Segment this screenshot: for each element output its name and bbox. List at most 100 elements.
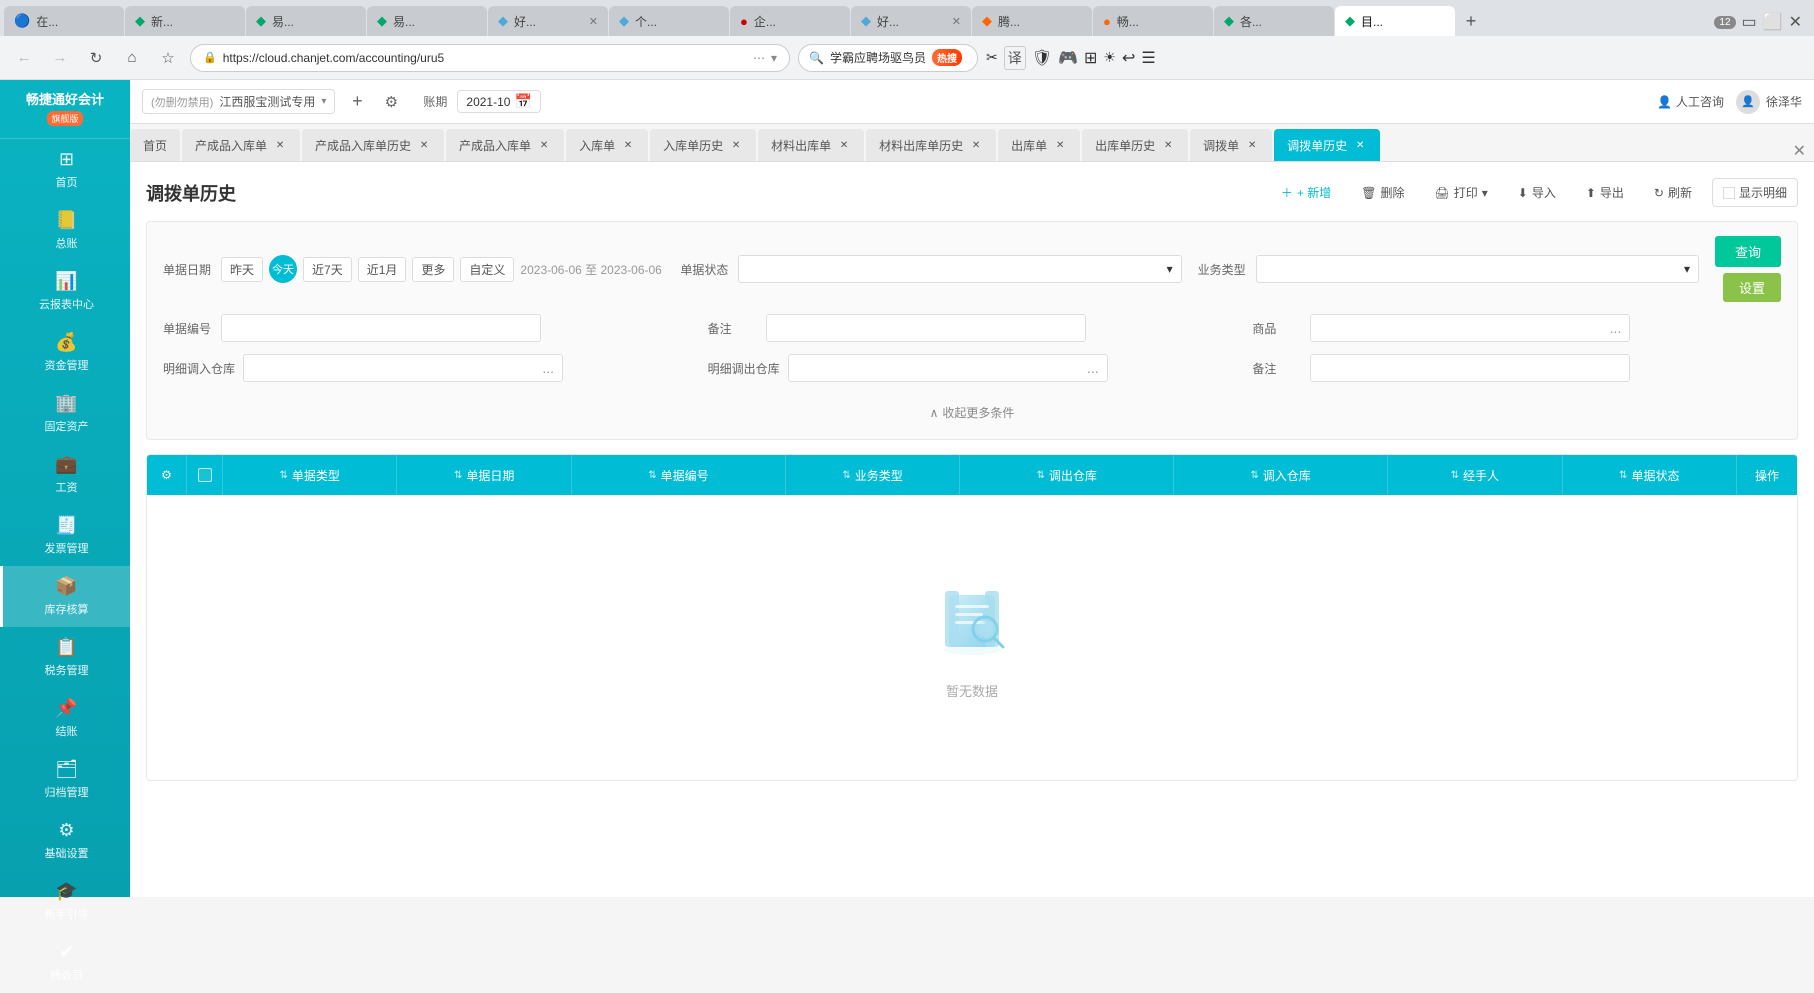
th-settings[interactable]: ⚙ bbox=[147, 455, 187, 495]
display-detail-button[interactable]: 显示明细 bbox=[1712, 178, 1798, 207]
th-in-wh[interactable]: ⇅ 调入仓库 bbox=[1174, 455, 1388, 495]
page-tab-11-close[interactable]: ✕ bbox=[1353, 139, 1367, 153]
date-7days-btn[interactable]: 近7天 bbox=[303, 257, 352, 282]
sidebar-item-payroll[interactable]: 💼 工资 bbox=[0, 444, 130, 505]
period-selector[interactable]: 2021-10 📅 bbox=[457, 90, 540, 113]
sidebar-item-archive[interactable]: 🗂 归档管理 bbox=[0, 749, 130, 810]
address-dropdown-btn[interactable]: ▾ bbox=[771, 51, 777, 65]
refresh-data-button[interactable]: ↻ 刷新 bbox=[1644, 179, 1702, 206]
page-tab-8-close[interactable]: ✕ bbox=[1053, 139, 1067, 153]
page-tab-3[interactable]: 产成品入库单 ✕ bbox=[446, 129, 564, 161]
page-tab-9-close[interactable]: ✕ bbox=[1161, 139, 1175, 153]
tab-close-8[interactable]: ✕ bbox=[952, 15, 961, 28]
browser-tab-1[interactable]: 🔵 在... bbox=[4, 6, 124, 36]
company-selector[interactable]: (勿删勿禁用) 江西服宝测试专用 ▾ bbox=[142, 89, 335, 114]
translate-icon[interactable]: 译 bbox=[1004, 46, 1026, 70]
browser-tab-12[interactable]: ◆ 目... bbox=[1335, 6, 1455, 36]
th-handler[interactable]: ⇅ 经手人 bbox=[1388, 455, 1562, 495]
date-custom-btn[interactable]: 自定义 bbox=[460, 257, 514, 282]
page-tab-6[interactable]: 材料出库单 ✕ bbox=[758, 129, 864, 161]
browser-tab-11[interactable]: ◆ 各... bbox=[1214, 6, 1334, 36]
page-tab-2-close[interactable]: ✕ bbox=[417, 139, 431, 153]
forward-button[interactable]: → bbox=[46, 44, 74, 72]
page-tab-1-close[interactable]: ✕ bbox=[273, 139, 287, 153]
new-tab-button[interactable]: + bbox=[1456, 6, 1486, 36]
detail-in-more-btn[interactable]: ... bbox=[542, 360, 554, 376]
sidebar-item-member[interactable]: ✔ 畅会员 bbox=[0, 932, 130, 993]
menu-icon[interactable]: ☰ bbox=[1141, 48, 1155, 68]
window-minimize-btn[interactable]: ▭ bbox=[1742, 12, 1757, 32]
sidebar-item-inventory[interactable]: 📦 库存核算 bbox=[0, 566, 130, 627]
remark-input[interactable] bbox=[766, 314, 1086, 342]
tab-close-all-btn[interactable]: ✕ bbox=[1793, 141, 1806, 161]
add-button[interactable]: ＋ + 新增 bbox=[1271, 179, 1341, 206]
browser-tab-4[interactable]: ◆ 易... bbox=[367, 6, 487, 36]
th-checkbox[interactable] bbox=[187, 455, 223, 495]
search-bar[interactable]: 🔍 学霸应聘场驱鸟员 热搜 bbox=[798, 44, 978, 72]
date-1month-btn[interactable]: 近1月 bbox=[358, 257, 407, 282]
browser-tab-6[interactable]: ◆ 个... bbox=[609, 6, 729, 36]
page-tab-1[interactable]: 产成品入库单 ✕ bbox=[182, 129, 300, 161]
biz-type-select[interactable]: ▾ bbox=[1256, 255, 1699, 283]
bookmark-button[interactable]: ☆ bbox=[154, 44, 182, 72]
export-button[interactable]: ⬆ 导出 bbox=[1576, 179, 1634, 206]
page-tab-3-close[interactable]: ✕ bbox=[537, 139, 551, 153]
back-button[interactable]: ← bbox=[10, 44, 38, 72]
sidebar-item-invoice[interactable]: 🧾 发票管理 bbox=[0, 505, 130, 566]
page-tab-7[interactable]: 材料出库单历史 ✕ bbox=[866, 129, 996, 161]
browser-tab-7[interactable]: ● 企... bbox=[730, 6, 850, 36]
header-checkbox[interactable] bbox=[198, 468, 212, 482]
sidebar-item-assets[interactable]: 🏢 固定资产 bbox=[0, 383, 130, 444]
page-tab-11[interactable]: 调拨单历史 ✕ bbox=[1274, 129, 1380, 161]
num-input[interactable] bbox=[221, 314, 541, 342]
sidebar-item-reports[interactable]: 📊 云报表中心 bbox=[0, 261, 130, 322]
filter-settings-button[interactable]: 设置 bbox=[1723, 273, 1781, 302]
delete-button[interactable]: 🗑 删除 bbox=[1351, 179, 1414, 206]
scissors-icon[interactable]: ✂ bbox=[986, 49, 998, 66]
sidebar-item-closing[interactable]: 📌 结账 bbox=[0, 688, 130, 749]
browser-tab-2[interactable]: ◆ 新... bbox=[125, 6, 245, 36]
th-out-wh[interactable]: ⇅ 调出仓库 bbox=[960, 455, 1174, 495]
page-tab-10-close[interactable]: ✕ bbox=[1245, 139, 1259, 153]
page-tab-2[interactable]: 产成品入库单历史 ✕ bbox=[302, 129, 444, 161]
goods-more-btn[interactable]: ... bbox=[1610, 320, 1622, 336]
detail-out-wrap[interactable]: ... bbox=[788, 354, 1108, 382]
brightness-icon[interactable]: ☀ bbox=[1103, 49, 1116, 66]
status-select[interactable]: ▾ bbox=[738, 255, 1181, 283]
sidebar-item-home[interactable]: ⊞ 首页 bbox=[0, 139, 130, 200]
sidebar-item-settings[interactable]: ⚙ 基础设置 bbox=[0, 810, 130, 871]
tab-close-5[interactable]: ✕ bbox=[589, 15, 598, 28]
note-input[interactable] bbox=[1310, 354, 1630, 382]
apps-icon[interactable]: ⊞ bbox=[1084, 48, 1097, 68]
th-num[interactable]: ⇅ 单据编号 bbox=[572, 455, 786, 495]
address-bar[interactable]: 🔒 https://cloud.chanjet.com/accounting/u… bbox=[190, 44, 790, 72]
detail-in-wrap[interactable]: ... bbox=[243, 354, 563, 382]
th-biz[interactable]: ⇅ 业务类型 bbox=[786, 455, 960, 495]
query-button[interactable]: 查询 bbox=[1715, 236, 1781, 267]
page-tab-9[interactable]: 出库单历史 ✕ bbox=[1082, 129, 1188, 161]
date-yesterday-btn[interactable]: 昨天 bbox=[221, 257, 263, 282]
date-today-btn[interactable]: 今天 bbox=[269, 255, 297, 283]
page-tab-4-close[interactable]: ✕ bbox=[621, 139, 635, 153]
browser-tab-9[interactable]: ◆ 腾... bbox=[972, 6, 1092, 36]
goods-input-wrap[interactable]: ... bbox=[1310, 314, 1630, 342]
browser-tab-10[interactable]: ● 畅... bbox=[1093, 6, 1213, 36]
page-tab-home[interactable]: 首页 bbox=[130, 129, 180, 161]
detail-out-more-btn[interactable]: ... bbox=[1087, 360, 1099, 376]
window-maximize-btn[interactable]: ⬜ bbox=[1763, 12, 1783, 32]
page-tab-7-close[interactable]: ✕ bbox=[969, 139, 983, 153]
print-button[interactable]: 🖨 打印 ▾ bbox=[1424, 179, 1497, 206]
refresh-button[interactable]: ↻ bbox=[82, 44, 110, 72]
th-type[interactable]: ⇅ 单据类型 bbox=[223, 455, 397, 495]
address-expand-btn[interactable]: ⋯ bbox=[753, 51, 765, 65]
sidebar-item-tax[interactable]: 📋 税务管理 bbox=[0, 627, 130, 688]
th-status[interactable]: ⇅ 单据状态 bbox=[1563, 455, 1737, 495]
game-icon[interactable]: 🎮 bbox=[1058, 48, 1078, 68]
window-close-btn[interactable]: ✕ bbox=[1789, 12, 1802, 32]
shield-icon[interactable]: 🛡 bbox=[1032, 48, 1052, 68]
page-tab-4[interactable]: 入库单 ✕ bbox=[566, 129, 648, 161]
collapse-button[interactable]: ∧ 收起更多条件 bbox=[926, 400, 1019, 425]
date-more-btn[interactable]: 更多 bbox=[412, 257, 454, 282]
th-date[interactable]: ⇅ 单据日期 bbox=[397, 455, 571, 495]
browser-tab-3[interactable]: ◆ 易... bbox=[246, 6, 366, 36]
